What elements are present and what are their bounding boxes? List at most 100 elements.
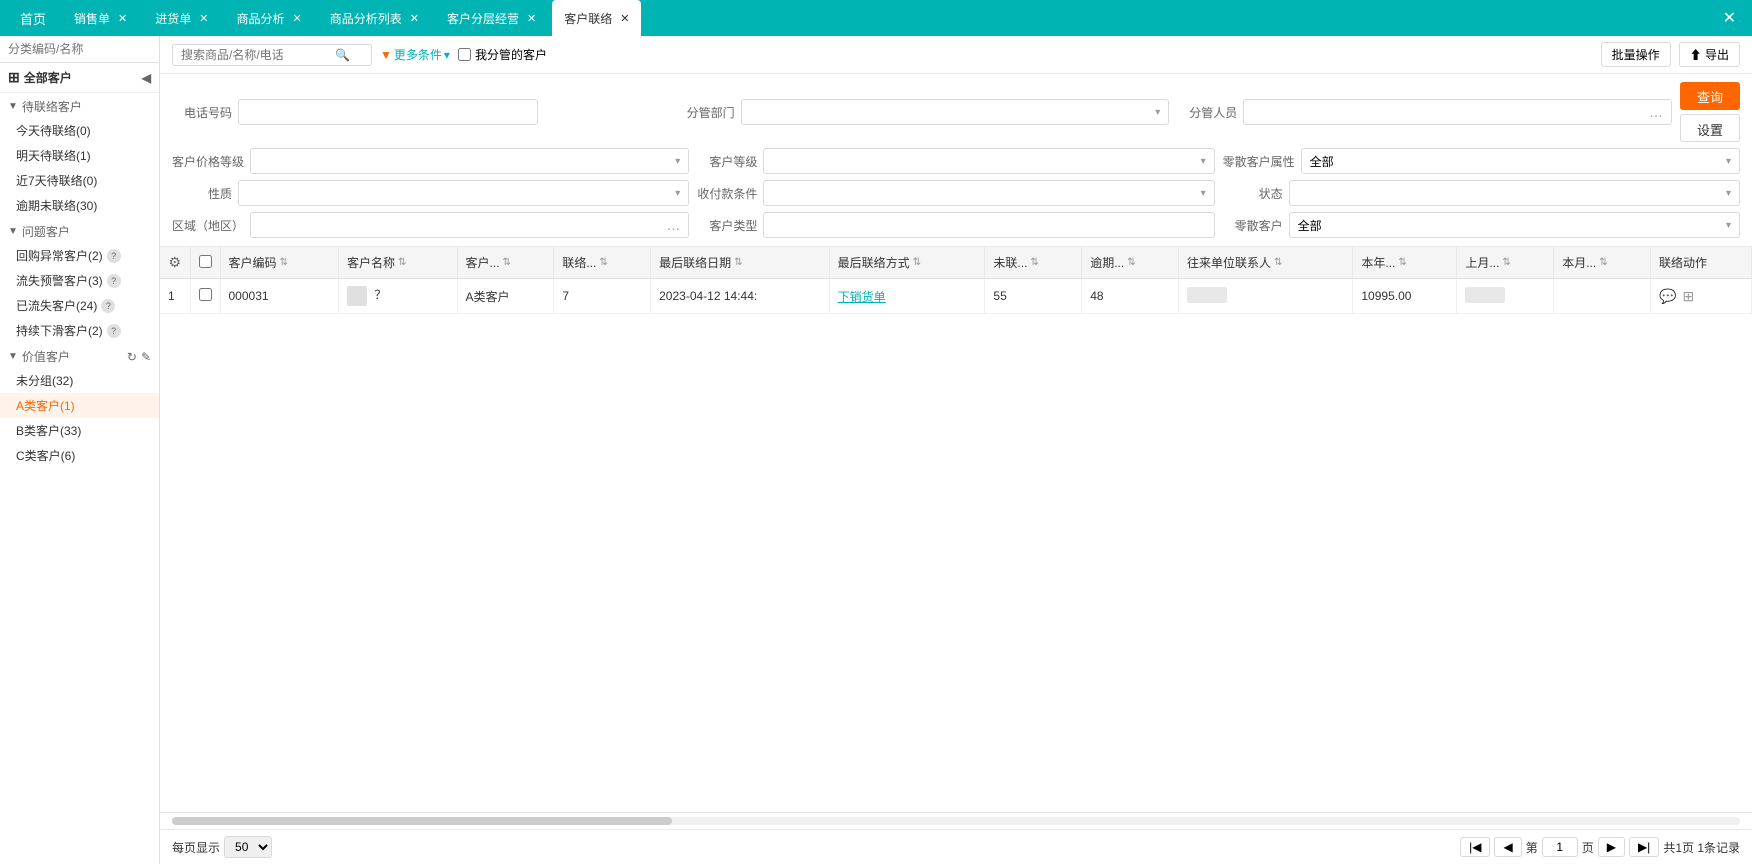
sidebar-search-input[interactable] — [8, 42, 160, 56]
filter-customer-type-label: 客户类型 — [697, 217, 757, 234]
nav-tab-customer-contact[interactable]: 客户联络 ✕ — [552, 0, 641, 36]
filter-retail-customer-select[interactable]: 全部 ▾ — [1289, 212, 1740, 238]
last-contact-method-link[interactable]: 下销货单 — [838, 290, 886, 304]
filter-customer-level-field: 客户等级 ▾ — [697, 148, 1214, 174]
page-number-input[interactable] — [1542, 837, 1578, 857]
nav-tab-analysis[interactable]: 商品分析 ✕ — [224, 0, 313, 36]
col-customer-type: 客户... ⇅ — [457, 247, 554, 279]
first-page-button[interactable]: |◀ — [1460, 837, 1490, 857]
value-group-edit-icon[interactable]: ✎ — [141, 350, 151, 364]
sidebar-item-class-b[interactable]: B类客户(33) — [0, 418, 159, 443]
col-settings: ⚙ — [160, 247, 190, 279]
cell-checkbox — [190, 279, 220, 314]
sidebar-item-class-c[interactable]: C类客户(6) — [0, 443, 159, 468]
filter-payment-select[interactable]: ▾ — [763, 180, 1214, 206]
nav-tab-analysis-list[interactable]: 商品分析列表 ✕ — [318, 0, 431, 36]
batch-ops-button[interactable]: 批量操作 — [1601, 42, 1671, 67]
sort-year-icon[interactable]: ⇅ — [1398, 257, 1406, 268]
sidebar-item-7day-pending[interactable]: 近7天待联络(0) — [0, 168, 159, 193]
per-page-select[interactable]: 50 — [224, 836, 272, 858]
filter-nature-select[interactable]: ▾ — [238, 180, 689, 206]
close-analysis-list-tab[interactable]: ✕ — [410, 12, 419, 25]
my-customers-checkbox[interactable] — [458, 48, 471, 61]
cell-code: 000031 — [220, 279, 339, 314]
more-conditions-button[interactable]: ▼ 更多条件 ▾ — [380, 46, 450, 63]
sidebar-item-today-pending[interactable]: 今天待联络(0) — [0, 118, 159, 143]
search-input[interactable] — [181, 48, 331, 62]
scrollbar-thumb[interactable] — [172, 817, 672, 825]
sidebar-all-customers[interactable]: ⊞ 全部客户 ◀ — [0, 63, 159, 93]
pending-arrow-icon: ▼ — [8, 101, 18, 112]
filter-retail-attr-select[interactable]: 全部 ▾ — [1301, 148, 1740, 174]
close-analysis-tab[interactable]: ✕ — [293, 12, 302, 25]
sidebar-item-repurchase-abnormal[interactable]: 回购异常客户(2) ? — [0, 243, 159, 268]
cell-last-month — [1457, 279, 1554, 314]
filter-region-select[interactable]: … — [250, 212, 689, 238]
search-icon[interactable]: 🔍 — [335, 48, 350, 62]
filter-phone-field: 电话号码 — [172, 99, 667, 125]
next-page-button[interactable]: ▶ — [1598, 837, 1625, 857]
settings-button[interactable]: 设置 — [1680, 114, 1740, 142]
filter-price-level-select[interactable]: ▾ — [250, 148, 689, 174]
filter-bar-right: 批量操作 ⬆ 导出 — [1601, 42, 1740, 67]
col-last-contact-date: 最后联络日期 ⇅ — [651, 247, 830, 279]
payment-down-arrow-icon: ▾ — [1201, 188, 1206, 199]
sort-name-icon[interactable]: ⇅ — [398, 257, 406, 268]
export-button[interactable]: ⬆ 导出 — [1679, 42, 1740, 67]
sidebar-group-pending[interactable]: ▼ 待联络客户 — [0, 93, 159, 118]
sidebar-group-value[interactable]: ▼ 价值客户 ↻ ✎ — [0, 343, 159, 368]
main-layout: 🔍 ⊞ 全部客户 ◀ ▼ 待联络客户 今天待联络(0) 明天待联络(1) 近7天… — [0, 36, 1752, 864]
sidebar-group-problem[interactable]: ▼ 问题客户 — [0, 218, 159, 243]
action-message-icon[interactable]: 💬 — [1659, 288, 1676, 305]
prev-page-button[interactable]: ◀ — [1494, 837, 1521, 857]
nav-home[interactable]: 首页 — [8, 9, 58, 28]
select-all-checkbox[interactable] — [199, 255, 212, 268]
nav-tab-customer-tier[interactable]: 客户分层经营 ✕ — [435, 0, 548, 36]
filter-customer-type-select[interactable] — [763, 212, 1214, 238]
nav-tab-sales[interactable]: 销售单 ✕ — [62, 0, 139, 36]
sidebar-item-tomorrow-pending[interactable]: 明天待联络(1) — [0, 143, 159, 168]
filter-dept-select[interactable]: ▾ — [741, 99, 1170, 125]
sidebar-item-declining[interactable]: 持续下滑客户(2) ? — [0, 318, 159, 343]
filter-row-2: 客户价格等级 ▾ 客户等级 ▾ 零散客户属性 全部 — [172, 148, 1740, 174]
sort-unit-icon[interactable]: ⇅ — [1274, 257, 1282, 268]
value-group-refresh-icon[interactable]: ↻ — [127, 350, 137, 364]
last-page-button[interactable]: ▶| — [1629, 837, 1659, 857]
close-purchase-tab[interactable]: ✕ — [199, 12, 208, 25]
sidebar-collapse-btn[interactable]: ◀ — [142, 71, 151, 85]
price-level-down-arrow-icon: ▾ — [675, 156, 680, 167]
retail-customer-down-arrow-icon: ▾ — [1726, 220, 1731, 231]
sort-no-contact-icon[interactable]: ⇅ — [1030, 257, 1038, 268]
sort-date-icon[interactable]: ⇅ — [734, 257, 742, 268]
cell-no-contact: 55 — [985, 279, 1082, 314]
sort-last-month-icon[interactable]: ⇅ — [1502, 257, 1510, 268]
filter-phone-input[interactable] — [238, 99, 538, 125]
sort-code-icon[interactable]: ⇅ — [280, 257, 288, 268]
global-close-button[interactable]: ✕ — [1715, 8, 1744, 28]
close-sales-tab[interactable]: ✕ — [118, 12, 127, 25]
sort-overdue-icon[interactable]: ⇅ — [1127, 257, 1135, 268]
close-customer-tier-tab[interactable]: ✕ — [527, 12, 536, 25]
sidebar-item-churn-warning[interactable]: 流失预警客户(3) ? — [0, 268, 159, 293]
sidebar-item-churned[interactable]: 已流失客户(24) ? — [0, 293, 159, 318]
row-checkbox[interactable] — [199, 288, 212, 301]
sort-method-icon[interactable]: ⇅ — [913, 257, 921, 268]
query-button[interactable]: 查询 — [1680, 82, 1740, 110]
action-qr-icon[interactable]: ⊞ — [1682, 288, 1694, 305]
sort-type-icon[interactable]: ⇅ — [503, 257, 511, 268]
filter-price-level-label: 客户价格等级 — [172, 153, 244, 170]
pagination-right: |◀ ◀ 第 页 ▶ ▶| 共1页 1条记录 — [1460, 837, 1740, 857]
sidebar-item-overdue-pending[interactable]: 逾期未联络(30) — [0, 193, 159, 218]
sort-this-month-icon[interactable]: ⇅ — [1599, 257, 1607, 268]
table-settings-icon[interactable]: ⚙ — [168, 254, 181, 270]
close-customer-contact-tab[interactable]: ✕ — [620, 12, 629, 25]
sidebar-item-class-a[interactable]: A类客户(1) — [0, 393, 159, 418]
filter-status-select[interactable]: ▾ — [1289, 180, 1740, 206]
nature-down-arrow-icon: ▾ — [675, 188, 680, 199]
cell-contact-count: 7 — [554, 279, 651, 314]
sidebar-item-ungrouped[interactable]: 未分组(32) — [0, 368, 159, 393]
filter-staff-select[interactable]: … — [1243, 99, 1672, 125]
filter-customer-level-select[interactable]: ▾ — [763, 148, 1214, 174]
sort-contact-icon[interactable]: ⇅ — [599, 257, 607, 268]
nav-tab-purchase[interactable]: 进货单 ✕ — [143, 0, 220, 36]
